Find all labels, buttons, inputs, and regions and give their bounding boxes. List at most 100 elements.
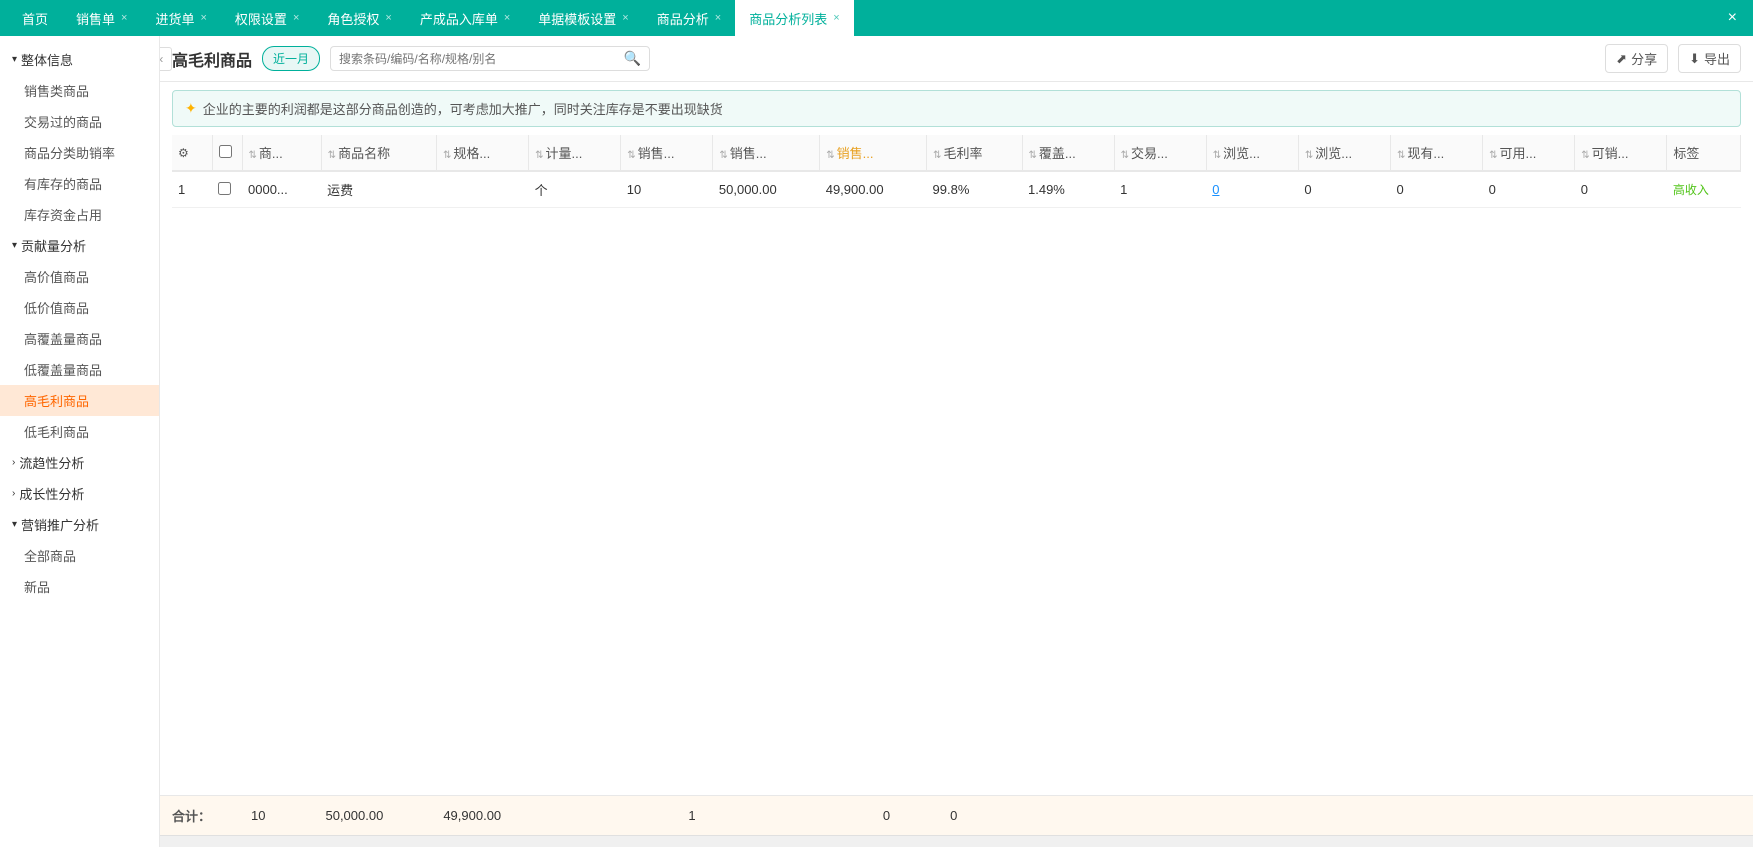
nav-tab-sales[interactable]: 销售单 × <box>62 0 141 36</box>
nav-tab-role[interactable]: 角色授权 × <box>313 0 405 36</box>
col-sales-qty[interactable]: ⇅销售... <box>621 135 713 171</box>
page-title: 高毛利商品 <box>172 47 252 71</box>
col-settings[interactable]: ⚙ <box>172 135 212 171</box>
nav-tab-template-label: 单据模板设置 <box>538 9 616 28</box>
top-navigation: 首页 销售单 × 进货单 × 权限设置 × 角色授权 × 产成品入库单 × 单据… <box>0 0 1753 36</box>
sidebar-item-low-value[interactable]: 低价值商品 <box>0 292 159 323</box>
cell-browse1[interactable]: 0 <box>1206 171 1298 208</box>
nav-tab-product-analysis-close[interactable]: × <box>715 12 721 24</box>
cell-name: 运费 <box>321 171 436 208</box>
search-icon[interactable]: 🔍 <box>624 50 641 67</box>
nav-tab-role-close[interactable]: × <box>385 12 391 24</box>
arrow-overview-icon: ▾ <box>12 54 17 65</box>
page-area: « 高毛利商品 近一月 🔍 ⬈ 分享 ⬇ 导出 ✦ 企业的主要的利润都是这部 <box>160 36 1753 847</box>
share-button[interactable]: ⬈ 分享 <box>1605 44 1668 73</box>
col-unit[interactable]: ⇅计量... <box>529 135 621 171</box>
sidebar-group-growth[interactable]: › 成长性分析 <box>0 478 159 509</box>
sidebar-group-overview[interactable]: ▾ 整体信息 <box>0 44 159 75</box>
sidebar-group-marketing[interactable]: ▾ 营销推广分析 <box>0 509 159 540</box>
search-input[interactable] <box>339 52 624 66</box>
sidebar-group-growth-label: 成长性分析 <box>19 484 84 503</box>
product-table: ⚙ ⇅商... ⇅商品名称 ⇅规格... ⇅计量... ⇅销售... ⇅销售..… <box>172 135 1741 208</box>
col-coverage[interactable]: ⇅覆盖... <box>1022 135 1114 171</box>
footer-sales-qty: 10 <box>251 808 265 823</box>
cell-sales-profit: 49,900.00 <box>820 171 927 208</box>
col-name[interactable]: ⇅商品名称 <box>321 135 436 171</box>
header-actions: ⬈ 分享 ⬇ 导出 <box>1605 44 1741 73</box>
sidebar-item-high-value[interactable]: 高价值商品 <box>0 261 159 292</box>
nav-tab-analysis-list-close[interactable]: × <box>833 12 839 24</box>
sidebar-item-category-rate[interactable]: 商品分类助销率 <box>0 137 159 168</box>
col-checkbox <box>212 135 242 171</box>
sidebar-item-in-stock[interactable]: 有库存的商品 <box>0 168 159 199</box>
nav-tab-role-label: 角色授权 <box>327 9 379 28</box>
table-row: 1 0000... 运费 个 10 50,000.00 49,900.00 99… <box>172 171 1741 208</box>
horizontal-scrollbar[interactable] <box>160 835 1753 847</box>
export-button[interactable]: ⬇ 导出 <box>1678 44 1741 73</box>
col-available[interactable]: ⇅可用... <box>1483 135 1575 171</box>
footer-totals: 合计： 10 50,000.00 49,900.00 1 0 0 <box>160 795 1753 835</box>
nav-tab-product-storage-close[interactable]: × <box>504 12 510 24</box>
arrow-growth-icon: › <box>12 488 15 499</box>
sidebar-item-traded-goods[interactable]: 交易过的商品 <box>0 106 159 137</box>
nav-tab-product-analysis[interactable]: 商品分析 × <box>643 0 735 36</box>
cell-tag: 高收入 <box>1667 171 1741 208</box>
arrow-contribution-icon: ▾ <box>12 240 17 251</box>
cell-unit: 个 <box>529 171 621 208</box>
sidebar-item-stock-capital[interactable]: 库存资金占用 <box>0 199 159 230</box>
filter-last-month-button[interactable]: 近一月 <box>262 46 320 71</box>
info-icon: ✦ <box>185 100 197 117</box>
nav-tab-template-close[interactable]: × <box>622 12 628 24</box>
nav-tab-permission[interactable]: 权限设置 × <box>221 0 313 36</box>
sidebar-item-all-products[interactable]: 全部商品 <box>0 540 159 571</box>
col-spec[interactable]: ⇅规格... <box>437 135 529 171</box>
nav-tab-purchase-label: 进货单 <box>155 9 194 28</box>
nav-tab-product-storage[interactable]: 产成品入库单 × <box>406 0 524 36</box>
nav-tab-permission-close[interactable]: × <box>293 12 299 24</box>
nav-tab-home[interactable]: 首页 <box>8 0 62 36</box>
col-gross-rate[interactable]: ⇅毛利率 <box>927 135 1022 171</box>
sidebar-collapse-button[interactable]: « <box>160 47 172 71</box>
arrow-marketing-icon: ▾ <box>12 519 17 530</box>
nav-tab-purchase[interactable]: 进货单 × <box>141 0 220 36</box>
info-banner: ✦ 企业的主要的利润都是这部分商品创造的，可考虑加大推广，同时关注库存是不要出现… <box>172 90 1741 127</box>
col-browse1[interactable]: ⇅浏览... <box>1206 135 1298 171</box>
sidebar-item-high-margin[interactable]: 高毛利商品 <box>0 385 159 416</box>
sidebar-item-new-products[interactable]: 新品 <box>0 571 159 602</box>
sidebar-item-low-coverage[interactable]: 低覆盖量商品 <box>0 354 159 385</box>
sidebar-item-high-coverage[interactable]: 高覆盖量商品 <box>0 323 159 354</box>
col-sellable[interactable]: ⇅可销... <box>1575 135 1667 171</box>
search-box: 🔍 <box>330 46 650 71</box>
nav-tab-template[interactable]: 单据模板设置 × <box>524 0 642 36</box>
cell-gross-rate: 99.8% <box>927 171 1022 208</box>
window-close-button[interactable]: × <box>1720 9 1745 27</box>
arrow-trend-icon: › <box>12 457 15 468</box>
footer-sales-profit: 49,900.00 <box>443 808 501 823</box>
col-transaction[interactable]: ⇅交易... <box>1114 135 1206 171</box>
page-header: « 高毛利商品 近一月 🔍 ⬈ 分享 ⬇ 导出 <box>160 36 1753 82</box>
main-content: ▾ 整体信息 销售类商品 交易过的商品 商品分类助销率 有库存的商品 库存资金占… <box>0 36 1753 847</box>
footer-label: 合计： <box>172 806 211 825</box>
cell-stock-now: 0 <box>1391 171 1483 208</box>
nav-tab-analysis-list-label: 商品分析列表 <box>749 9 827 28</box>
col-stock-now[interactable]: ⇅现有... <box>1391 135 1483 171</box>
col-browse2[interactable]: ⇅浏览... <box>1298 135 1390 171</box>
export-label: 导出 <box>1704 49 1730 68</box>
col-sales-profit[interactable]: ⇅销售... <box>820 135 927 171</box>
sidebar-group-trend[interactable]: › 流趋性分析 <box>0 447 159 478</box>
cell-sales-amount: 50,000.00 <box>713 171 820 208</box>
footer-transaction: 1 <box>688 808 695 823</box>
nav-tab-sales-close[interactable]: × <box>121 12 127 24</box>
col-sales-amount[interactable]: ⇅销售... <box>713 135 820 171</box>
nav-tab-purchase-close[interactable]: × <box>200 12 206 24</box>
select-all-checkbox[interactable] <box>219 145 232 158</box>
sidebar-item-low-margin[interactable]: 低毛利商品 <box>0 416 159 447</box>
sidebar-group-contribution[interactable]: ▾ 贡献量分析 <box>0 230 159 261</box>
nav-tab-analysis-list[interactable]: 商品分析列表 × <box>735 0 853 36</box>
cell-spec <box>437 171 529 208</box>
cell-check[interactable] <box>212 171 242 208</box>
table-container: ⚙ ⇅商... ⇅商品名称 ⇅规格... ⇅计量... ⇅销售... ⇅销售..… <box>160 135 1753 795</box>
info-text: 企业的主要的利润都是这部分商品创造的，可考虑加大推广，同时关注库存是不要出现缺货 <box>203 99 723 118</box>
col-code[interactable]: ⇅商... <box>242 135 321 171</box>
sidebar-item-sales-goods[interactable]: 销售类商品 <box>0 75 159 106</box>
